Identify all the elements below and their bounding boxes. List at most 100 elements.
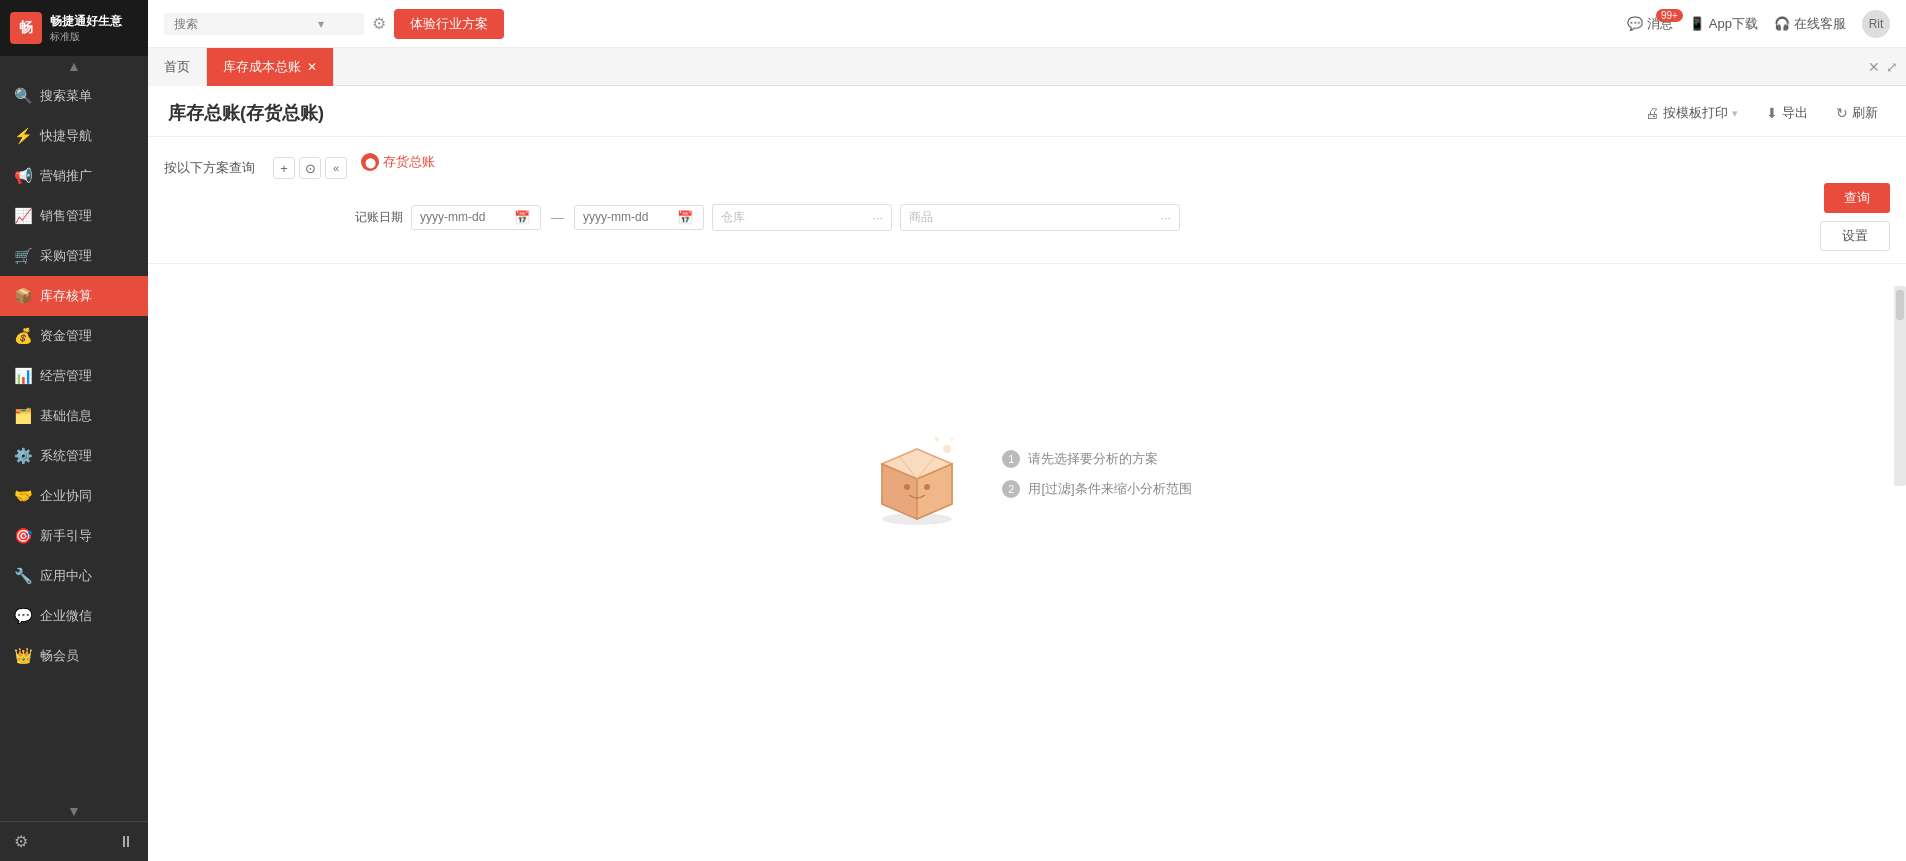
topbar-msg[interactable]: 💬 消息 99+ (1627, 15, 1673, 33)
main-area: ▾ ⚙ 体验行业方案 💬 消息 99+ 📱 App下载 🎧 在线客服 Rit (148, 0, 1906, 861)
sidebar-item-label: 系统管理 (40, 447, 92, 465)
sidebar-item-label: 采购管理 (40, 247, 92, 265)
topbar-search-area[interactable]: ▾ (164, 13, 364, 35)
sidebar-item-sales[interactable]: 📈 销售管理 (0, 196, 148, 236)
topbar-online-service[interactable]: 🎧 在线客服 (1774, 15, 1846, 33)
apps-icon: 🔧 (14, 567, 32, 585)
filter-remove-icon[interactable]: ⊙ (299, 157, 321, 179)
settings-button[interactable]: 设置 (1820, 221, 1890, 251)
tab-home[interactable]: 首页 (148, 48, 207, 86)
page-header: 库存总账(存货总账) 🖨 按模板打印 ▾ ⬇ 导出 ↻ 刷新 (148, 86, 1906, 137)
print-icon: 🖨 (1645, 105, 1659, 121)
empty-state: 1 请先选择要分析的方案 2 用[过滤]条件来缩小分析范围 (148, 264, 1906, 684)
tab-inventory-ledger-label: 库存成本总账 (223, 58, 301, 76)
collapse-icon[interactable]: ⏸ (118, 833, 134, 851)
sidebar-scroll-up[interactable]: ▲ (0, 56, 148, 76)
sidebar-item-wechat[interactable]: 💬 企业微信 (0, 596, 148, 636)
sidebar-item-label: 经营管理 (40, 367, 92, 385)
wechat-icon: 💬 (14, 607, 32, 625)
date-end-input[interactable] (583, 210, 673, 224)
print-chevron-icon: ▾ (1732, 107, 1738, 120)
tab-home-label: 首页 (164, 58, 190, 76)
industry-btn[interactable]: 体验行业方案 (394, 9, 504, 39)
product-field[interactable]: 商品 ··· (900, 204, 1180, 231)
sidebar-item-apps[interactable]: 🔧 应用中心 (0, 556, 148, 596)
coop-icon: 🤝 (14, 487, 32, 505)
svg-point-10 (935, 437, 940, 442)
settings-gear-icon[interactable]: ⚙ (14, 832, 28, 851)
sidebar-item-quick[interactable]: ⚡ 快捷导航 (0, 116, 148, 156)
sidebar-item-coop[interactable]: 🤝 企业协同 (0, 476, 148, 516)
service-label: 在线客服 (1794, 15, 1846, 33)
export-icon: ⬇ (1766, 105, 1778, 121)
sidebar-item-marketing[interactable]: 📢 营销推广 (0, 156, 148, 196)
tab-panel-close-icon[interactable]: ✕ (1868, 59, 1880, 75)
print-btn[interactable]: 🖨 按模板打印 ▾ (1637, 100, 1746, 126)
calendar-end-icon[interactable]: 📅 (677, 210, 693, 225)
tab-right-controls: ✕ ⤢ (1860, 59, 1906, 75)
search-input[interactable] (174, 17, 314, 31)
sidebar-item-newbie[interactable]: 🎯 新手引导 (0, 516, 148, 556)
sidebar-item-operation[interactable]: 📊 经营管理 (0, 356, 148, 396)
quick-icon: ⚡ (14, 127, 32, 145)
product-more-icon[interactable]: ··· (1160, 210, 1171, 225)
date-start-field[interactable]: 📅 (411, 205, 541, 230)
sidebar-item-label: 资金管理 (40, 327, 92, 345)
search-icon: 🔍 (14, 87, 32, 105)
sidebar-item-search[interactable]: 🔍 搜索菜单 (0, 76, 148, 116)
tab-inventory-ledger[interactable]: 库存成本总账 ✕ (207, 48, 334, 86)
sidebar-item-inventory[interactable]: 📦 库存核算 (0, 276, 148, 316)
sidebar-item-system[interactable]: ⚙️ 系统管理 (0, 436, 148, 476)
refresh-btn[interactable]: ↻ 刷新 (1828, 100, 1886, 126)
page-content: 库存总账(存货总账) 🖨 按模板打印 ▾ ⬇ 导出 ↻ 刷新 (148, 86, 1906, 861)
member-icon: 👑 (14, 647, 32, 665)
filter-scheme-row: ⬤ 存货总账 (355, 149, 1890, 175)
sidebar-item-label: 基础信息 (40, 407, 92, 425)
sidebar-item-purchase[interactable]: 🛒 采购管理 (0, 236, 148, 276)
filter-add-icon[interactable]: + (273, 157, 295, 179)
sidebar-scroll-down[interactable]: ▼ (0, 801, 148, 821)
topbar-gear-icon[interactable]: ⚙ (372, 14, 386, 33)
base-icon: 🗂️ (14, 407, 32, 425)
refresh-icon: ↻ (1836, 105, 1848, 121)
tab-close-icon[interactable]: ✕ (307, 60, 317, 74)
topbar-user[interactable]: Rit (1862, 10, 1890, 38)
sidebar-item-finance[interactable]: 💰 资金管理 (0, 316, 148, 356)
sidebar-item-member[interactable]: 👑 畅会员 (0, 636, 148, 676)
export-btn[interactable]: ⬇ 导出 (1758, 100, 1816, 126)
app-logo: 畅 畅捷通好生意 标准版 (0, 0, 148, 56)
warehouse-field[interactable]: 仓库 ··· (712, 204, 892, 231)
date-end-field[interactable]: 📅 (574, 205, 704, 230)
user-name: Rit (1869, 17, 1884, 31)
filter-collapse-icon[interactable]: « (325, 157, 347, 179)
sidebar: 畅 畅捷通好生意 标准版 ▲ 🔍 搜索菜单 ⚡ 快捷导航 📢 营销推广 📈 销售… (0, 0, 148, 861)
empty-box-illustration (862, 419, 972, 529)
topbar: ▾ ⚙ 体验行业方案 💬 消息 99+ 📱 App下载 🎧 在线客服 Rit (148, 0, 1906, 48)
sidebar-item-base[interactable]: 🗂️ 基础信息 (0, 396, 148, 436)
query-button[interactable]: 查询 (1824, 183, 1890, 213)
date-start-input[interactable] (420, 210, 510, 224)
sidebar-item-label: 应用中心 (40, 567, 92, 585)
right-scrollbar[interactable] (1894, 286, 1906, 486)
scheme-name: 存货总账 (383, 153, 435, 171)
filter-scheme[interactable]: ⬤ 存货总账 (355, 149, 441, 175)
page-title: 库存总账(存货总账) (168, 101, 324, 125)
hint-text-2: 用[过滤]条件来缩小分析范围 (1028, 480, 1191, 498)
avatar: Rit (1862, 10, 1890, 38)
warehouse-more-icon[interactable]: ··· (872, 210, 883, 225)
sidebar-item-label: 畅会员 (40, 647, 79, 665)
hint-text-1: 请先选择要分析的方案 (1028, 450, 1158, 468)
filter-action-btns: 查询 设置 (1816, 183, 1890, 251)
warehouse-label: 仓库 (721, 209, 868, 226)
phone-icon: 📱 (1689, 16, 1705, 31)
finance-icon: 💰 (14, 327, 32, 345)
empty-hints: 1 请先选择要分析的方案 2 用[过滤]条件来缩小分析范围 (1002, 450, 1191, 498)
product-label: 商品 (909, 209, 1156, 226)
sidebar-item-label: 营销推广 (40, 167, 92, 185)
calendar-start-icon[interactable]: 📅 (514, 210, 530, 225)
topbar-app-download[interactable]: 📱 App下载 (1689, 15, 1758, 33)
tab-expand-icon[interactable]: ⤢ (1886, 59, 1898, 75)
purchase-icon: 🛒 (14, 247, 32, 265)
headset-icon: 🎧 (1774, 16, 1790, 31)
filter-label-group: 按以下方案查询 + ⊙ « (164, 149, 347, 179)
